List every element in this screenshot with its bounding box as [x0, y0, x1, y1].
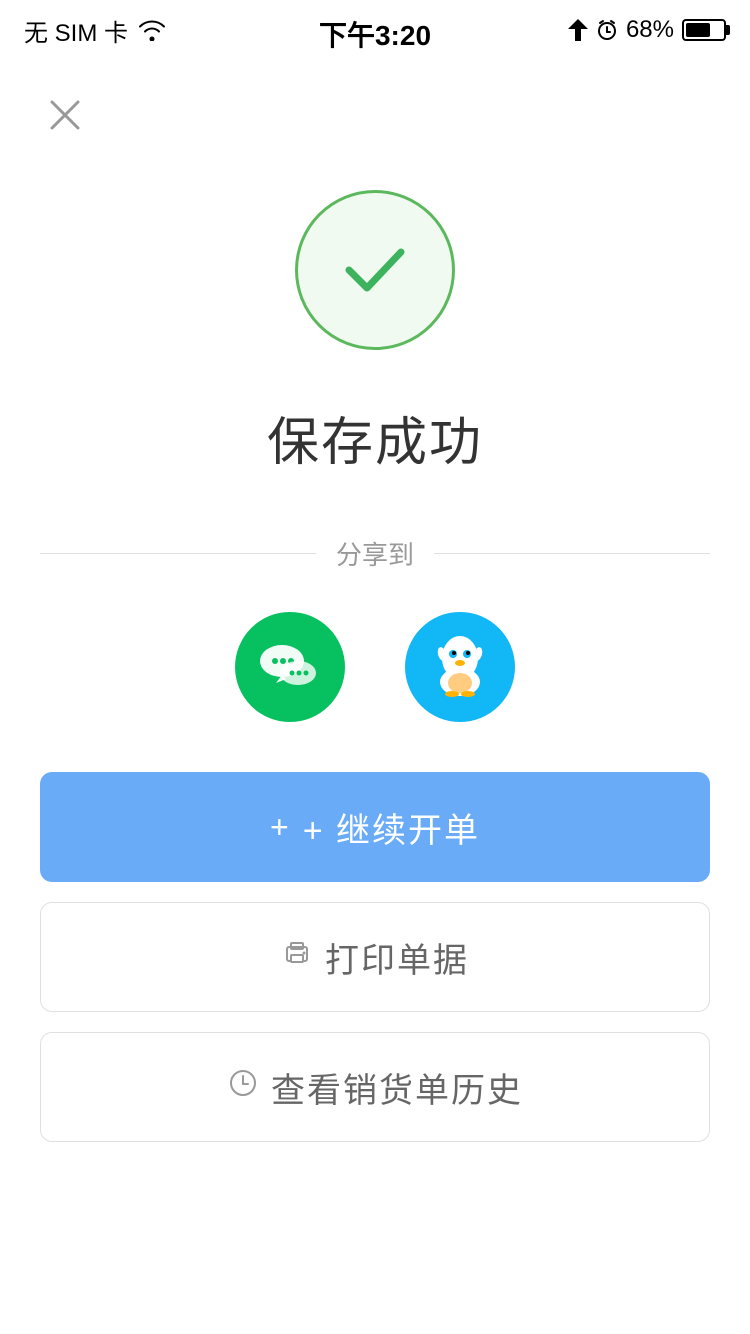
continue-button[interactable]: + + 继续开单 [40, 772, 710, 882]
print-button[interactable]: 打印单据 [40, 902, 710, 1012]
status-left: 无 SIM 卡 [24, 13, 166, 48]
wechat-icon [256, 637, 324, 697]
status-right: 68% [568, 16, 726, 44]
printer-icon [281, 937, 313, 977]
share-icons-row [40, 612, 710, 722]
qq-share-button[interactable] [405, 612, 515, 722]
history-label: 查看销货单历史 [271, 1063, 523, 1112]
print-label: 打印单据 [325, 933, 469, 982]
main-content: 保存成功 分享到 [0, 60, 750, 1182]
wifi-icon [138, 19, 166, 41]
close-button[interactable] [40, 90, 90, 140]
success-circle [295, 190, 455, 350]
continue-label: + 继续开单 [303, 803, 480, 852]
location-icon [568, 19, 588, 41]
no-sim-text: 无 SIM 卡 [24, 13, 128, 48]
alarm-icon [596, 19, 618, 41]
share-divider: 分享到 [40, 535, 710, 572]
divider-right [434, 553, 710, 554]
plus-icon: + [270, 809, 291, 846]
battery-percent: 68% [626, 16, 674, 44]
clock-icon [227, 1067, 259, 1107]
status-bar: 无 SIM 卡 下午3:20 68% [0, 0, 750, 60]
history-button[interactable]: 查看销货单历史 [40, 1032, 710, 1142]
share-label: 分享到 [336, 535, 414, 572]
success-title: 保存成功 [267, 400, 483, 475]
wechat-share-button[interactable] [235, 612, 345, 722]
checkmark-icon [335, 228, 415, 313]
share-section: 分享到 [40, 535, 710, 722]
qq-icon [430, 632, 490, 702]
status-time: 下午3:20 [319, 14, 431, 54]
divider-left [40, 553, 316, 554]
battery-indicator [682, 19, 726, 41]
action-buttons: + + 继续开单 打印单据 [40, 772, 710, 1142]
